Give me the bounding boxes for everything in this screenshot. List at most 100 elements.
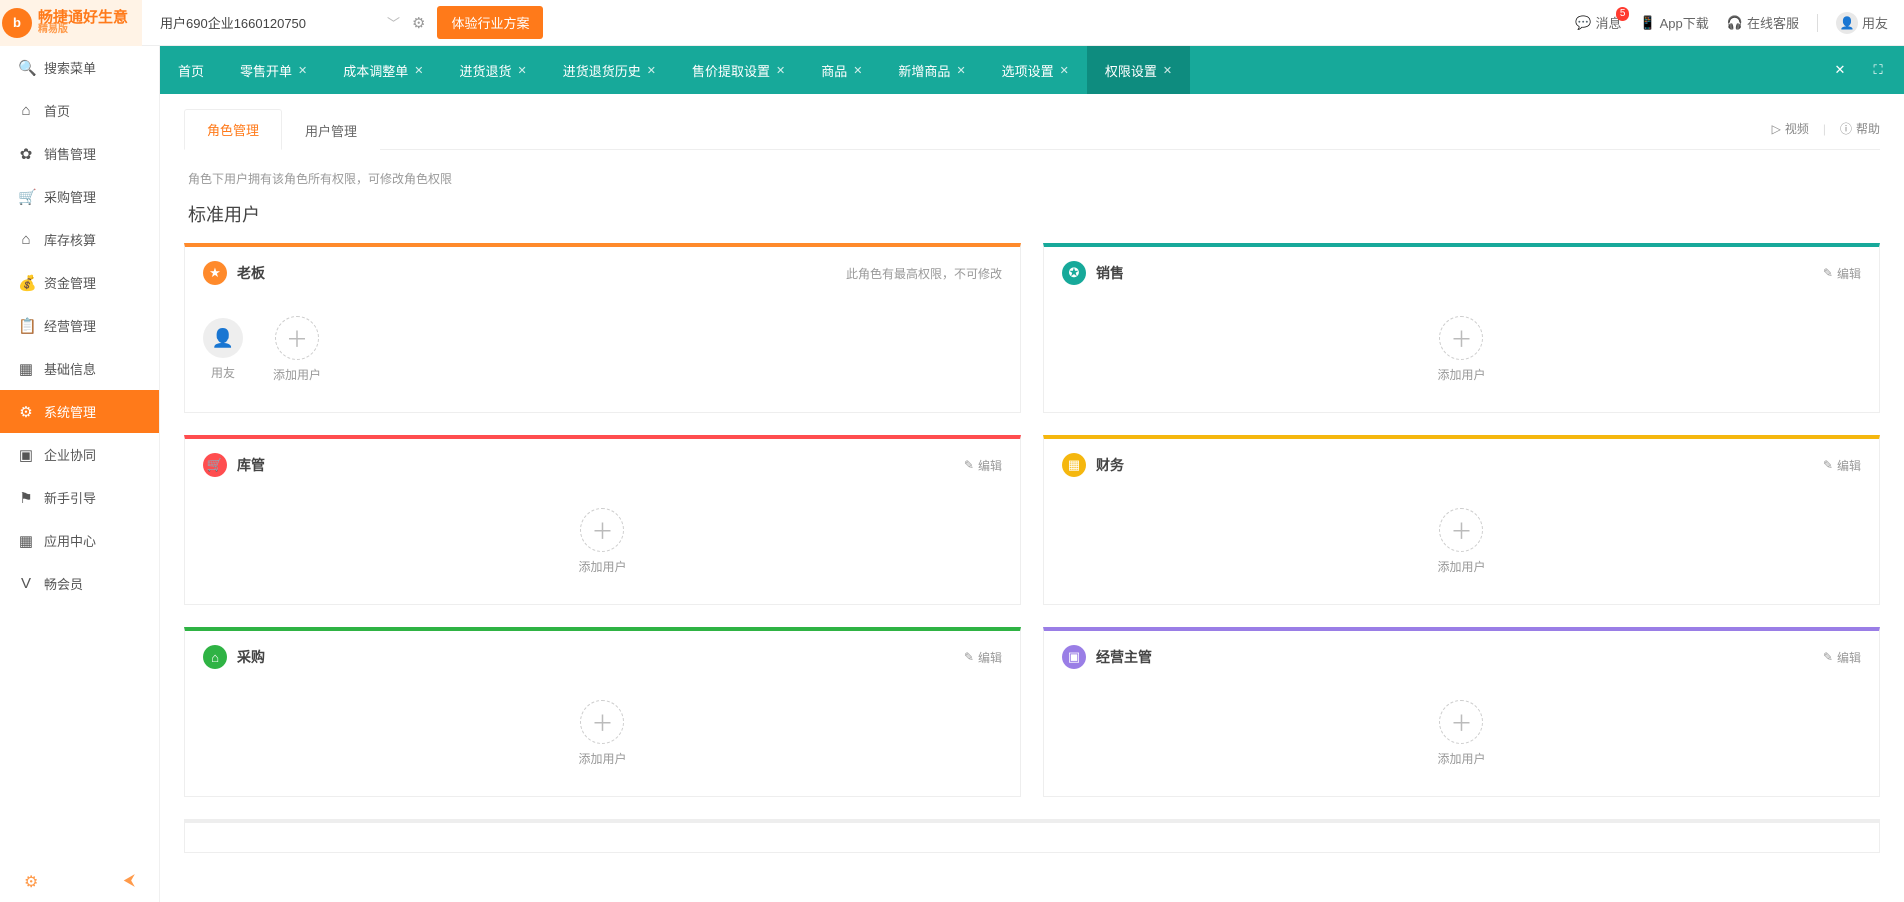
sidebar-item-4[interactable]: ⌂库存核算 — [0, 218, 159, 261]
role-card-0: ★老板此角色有最高权限，不可修改👤用友＋添加用户 — [184, 243, 1021, 413]
sidebar-icon: ▦ — [18, 360, 34, 378]
role-card-3: ▦财务✎编辑＋添加用户 — [1043, 435, 1880, 605]
add-user-label: 添加用户 — [578, 558, 626, 575]
add-user[interactable]: ＋添加用户 — [578, 508, 626, 575]
workspace-tab-1[interactable]: 零售开单✕ — [222, 46, 325, 94]
sidebar-item-12[interactable]: V畅会员 — [0, 562, 159, 605]
add-user[interactable]: ＋添加用户 — [578, 700, 626, 767]
sidebar-item-5[interactable]: 💰资金管理 — [0, 261, 159, 304]
tab-label: 进货退货 — [459, 61, 511, 80]
sidebar-item-label: 企业协同 — [44, 445, 96, 464]
sidebar-item-1[interactable]: ⌂首页 — [0, 89, 159, 132]
close-icon[interactable]: ✕ — [776, 64, 785, 77]
gear-icon[interactable]: ⚙ — [412, 14, 425, 32]
close-icon[interactable]: ✕ — [518, 64, 527, 77]
sidebar-item-label: 资金管理 — [44, 273, 96, 292]
tab-user-management[interactable]: 用户管理 — [282, 110, 380, 150]
tab-role-management[interactable]: 角色管理 — [184, 109, 282, 150]
sidebar-item-10[interactable]: ⚑新手引导 — [0, 476, 159, 519]
workspace-tab-4[interactable]: 进货退货历史✕ — [545, 46, 674, 94]
edit-button[interactable]: ✎编辑 — [1823, 265, 1861, 282]
sidebar-item-label: 经营管理 — [44, 316, 96, 335]
role-name: 采购 — [237, 647, 265, 667]
edit-button[interactable]: ✎编辑 — [964, 457, 1002, 474]
edit-button[interactable]: ✎编辑 — [964, 649, 1002, 666]
main: 首页零售开单✕成本调整单✕进货退货✕进货退货历史✕售价提取设置✕商品✕新增商品✕… — [160, 46, 1904, 902]
trial-button[interactable]: 体验行业方案 — [437, 6, 543, 39]
role-name: 老板 — [237, 263, 265, 283]
edit-icon: ✎ — [1823, 266, 1833, 280]
role-body: ＋添加用户 — [1044, 683, 1879, 796]
add-user-label: 添加用户 — [578, 750, 626, 767]
sidebar-icon: ▦ — [18, 532, 34, 550]
user-item[interactable]: 👤用友 — [203, 318, 243, 381]
settings-icon[interactable]: ⚙ — [24, 872, 38, 892]
user-menu[interactable]: 👤 用友 — [1836, 12, 1888, 34]
close-icon[interactable]: ✕ — [1060, 64, 1069, 77]
close-all-tabs-button[interactable]: ✕ — [1826, 56, 1854, 84]
sidebar-item-label: 新手引导 — [44, 488, 96, 507]
sidebar-icon: 📋 — [18, 317, 34, 335]
sidebar-item-6[interactable]: 📋 经营管理 — [0, 304, 159, 347]
role-note: 此角色有最高权限，不可修改 — [846, 265, 1002, 282]
sidebar-item-3[interactable]: 🛒采购管理 — [0, 175, 159, 218]
workspace-tab-7[interactable]: 新增商品✕ — [880, 46, 983, 94]
tab-label: 权限设置 — [1105, 61, 1157, 80]
sidebar-item-label: 应用中心 — [44, 531, 96, 550]
messages-link[interactable]: 💬 消息 5 — [1575, 13, 1621, 32]
close-icon[interactable]: ✕ — [956, 64, 965, 77]
sidebar-item-label: 基础信息 — [44, 359, 96, 378]
sidebar-icon: ⌂ — [18, 102, 34, 119]
video-help-link[interactable]: ▷ 视频 — [1772, 120, 1809, 137]
sidebar-item-11[interactable]: ▦ 应用中心 — [0, 519, 159, 562]
role-body: ＋添加用户 — [185, 683, 1020, 796]
workspace-tab-0[interactable]: 首页 — [160, 46, 222, 94]
sidebar-item-7[interactable]: ▦ 基础信息 — [0, 347, 159, 390]
close-icon[interactable]: ✕ — [298, 64, 307, 77]
close-icon[interactable]: ✕ — [647, 64, 656, 77]
workspace-tab-2[interactable]: 成本调整单✕ — [325, 46, 441, 94]
add-user[interactable]: ＋添加用户 — [1437, 508, 1485, 575]
edit-button[interactable]: ✎编辑 — [1823, 649, 1861, 666]
sidebar-item-0[interactable]: 🔍搜索菜单 — [0, 46, 159, 89]
close-icon[interactable]: ✕ — [414, 64, 423, 77]
add-user[interactable]: ＋添加用户 — [1437, 316, 1485, 383]
app-download-link[interactable]: 📱 App下载 — [1639, 13, 1708, 32]
workspace-tab-5[interactable]: 售价提取设置✕ — [674, 46, 803, 94]
edit-icon: ✎ — [964, 458, 974, 472]
role-icon: ▣ — [1062, 645, 1086, 669]
add-user-label: 添加用户 — [273, 366, 321, 383]
add-user[interactable]: ＋添加用户 — [1437, 700, 1485, 767]
divider — [1817, 14, 1818, 32]
sidebar-icon: ✿ — [18, 145, 34, 163]
sidebar-footer: ⚙ ⮜ — [0, 862, 159, 902]
tenant-name: 用户690企业1660120750 — [160, 13, 306, 32]
role-header: 🛒库管✎编辑 — [185, 439, 1020, 491]
sidebar-item-9[interactable]: ▣企业协同 — [0, 433, 159, 476]
workspace-tab-6[interactable]: 商品✕ — [803, 46, 880, 94]
headset-icon: 🎧 — [1727, 15, 1743, 31]
workspace-tab-8[interactable]: 选项设置✕ — [984, 46, 1087, 94]
edit-button[interactable]: ✎编辑 — [1823, 457, 1861, 474]
sidebar-item-label: 畅会员 — [44, 574, 83, 593]
chat-icon: 💬 — [1575, 15, 1591, 31]
sidebar-item-8[interactable]: ⚙系统管理 — [0, 390, 159, 433]
role-grid: ★老板此角色有最高权限，不可修改👤用友＋添加用户✪销售✎编辑＋添加用户🛒库管✎编… — [184, 243, 1880, 797]
workspace-tab-3[interactable]: 进货退货 ✕ — [441, 46, 544, 94]
role-body: ＋添加用户 — [1044, 491, 1879, 604]
tenant-select[interactable]: 用户690企业1660120750 ﹀ — [160, 13, 400, 32]
support-link[interactable]: 🎧 在线客服 — [1727, 13, 1799, 32]
role-card-2: 🛒库管✎编辑 ＋添加用户 — [184, 435, 1021, 605]
fullscreen-button[interactable]: ⛶ — [1864, 56, 1892, 84]
help-link[interactable]: ⓘ 帮助 — [1840, 120, 1880, 137]
logo-icon: b — [2, 8, 32, 38]
content: 角色管理 用户管理 ▷ 视频 | ⓘ 帮助 角色下用户拥有该角色所有权限，可修改… — [160, 94, 1904, 902]
close-icon[interactable]: ✕ — [853, 64, 862, 77]
collapse-icon[interactable]: ⮜ — [124, 872, 135, 892]
user-name: 用友 — [211, 364, 235, 381]
add-user[interactable]: ＋添加用户 — [273, 316, 321, 383]
workspace-tab-9[interactable]: 权限设置 ✕ — [1087, 46, 1190, 94]
logo: b 畅捷通好生意 精易版 — [0, 0, 142, 46]
close-icon[interactable]: ✕ — [1163, 64, 1172, 77]
sidebar-item-2[interactable]: ✿销售管理 — [0, 132, 159, 175]
